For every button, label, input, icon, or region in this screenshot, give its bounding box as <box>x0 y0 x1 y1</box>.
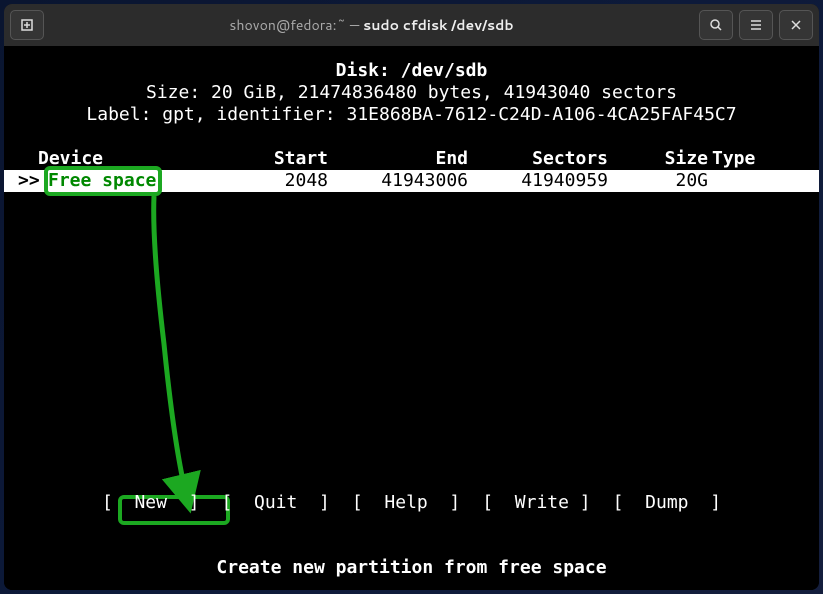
header-size: Size <box>608 148 708 170</box>
row-sectors: 41940959 <box>468 170 608 192</box>
menu-item-new[interactable]: [ New ] <box>102 492 200 513</box>
title-userhost: shovon@fedora:~ <box>229 15 346 35</box>
menu-item-quit[interactable]: [ Quit ] <box>221 492 329 513</box>
table-header: Device Start End Sectors Size Type <box>4 148 819 170</box>
menu-item-write[interactable]: [ Write ] <box>482 492 590 513</box>
row-device: Free space <box>48 170 198 192</box>
titlebar: shovon@fedora:~ — sudo cfdisk /dev/sdb <box>4 4 819 46</box>
titlebar-left <box>10 10 44 40</box>
disk-size-line: Size: 20 GiB, 21474836480 bytes, 4194304… <box>4 82 819 104</box>
row-size: 20G <box>608 170 708 192</box>
close-icon <box>788 17 804 33</box>
titlebar-right <box>699 10 813 40</box>
bottom-section: [ New ] [ Quit ] [ Help ] [ Write ] [ Du… <box>4 492 819 590</box>
disk-header: Disk: /dev/sdb Size: 20 GiB, 21474836480… <box>4 60 819 126</box>
menu-item-dump[interactable]: [ Dump ] <box>613 492 721 513</box>
header-device: Device <box>18 148 198 170</box>
annotation-arrow <box>124 194 224 514</box>
window-title: shovon@fedora:~ — sudo cfdisk /dev/sdb <box>50 15 693 35</box>
title-separator: — <box>346 15 363 35</box>
header-end: End <box>328 148 468 170</box>
row-end: 41943006 <box>328 170 468 192</box>
header-type: Type <box>708 148 805 170</box>
menu-row: [ New ] [ Quit ] [ Help ] [ Write ] [ Du… <box>4 492 819 513</box>
help-text: Create new partition from free space <box>4 557 819 578</box>
row-indicator: >> <box>18 170 48 192</box>
search-icon <box>708 17 724 33</box>
header-sectors: Sectors <box>468 148 608 170</box>
header-start: Start <box>198 148 328 170</box>
table-row[interactable]: >> Free space 2048 41943006 41940959 20G <box>4 170 819 192</box>
title-command: sudo cfdisk /dev/sdb <box>363 15 513 35</box>
terminal-window: shovon@fedora:~ — sudo cfdisk /dev/sdb <box>4 4 819 590</box>
menu-button[interactable] <box>739 10 773 40</box>
disk-label-line: Label: gpt, identifier: 31E868BA-7612-C2… <box>4 104 819 126</box>
menu-icon <box>748 17 764 33</box>
new-tab-button[interactable] <box>10 10 44 40</box>
disk-title: Disk: /dev/sdb <box>4 60 819 82</box>
row-start: 2048 <box>198 170 328 192</box>
row-type <box>708 170 805 192</box>
close-button[interactable] <box>779 10 813 40</box>
terminal-content: Disk: /dev/sdb Size: 20 GiB, 21474836480… <box>4 46 819 590</box>
menu-item-help[interactable]: [ Help ] <box>352 492 460 513</box>
search-button[interactable] <box>699 10 733 40</box>
partition-table: Device Start End Sectors Size Type >> Fr… <box>4 148 819 192</box>
new-tab-icon <box>19 17 35 33</box>
